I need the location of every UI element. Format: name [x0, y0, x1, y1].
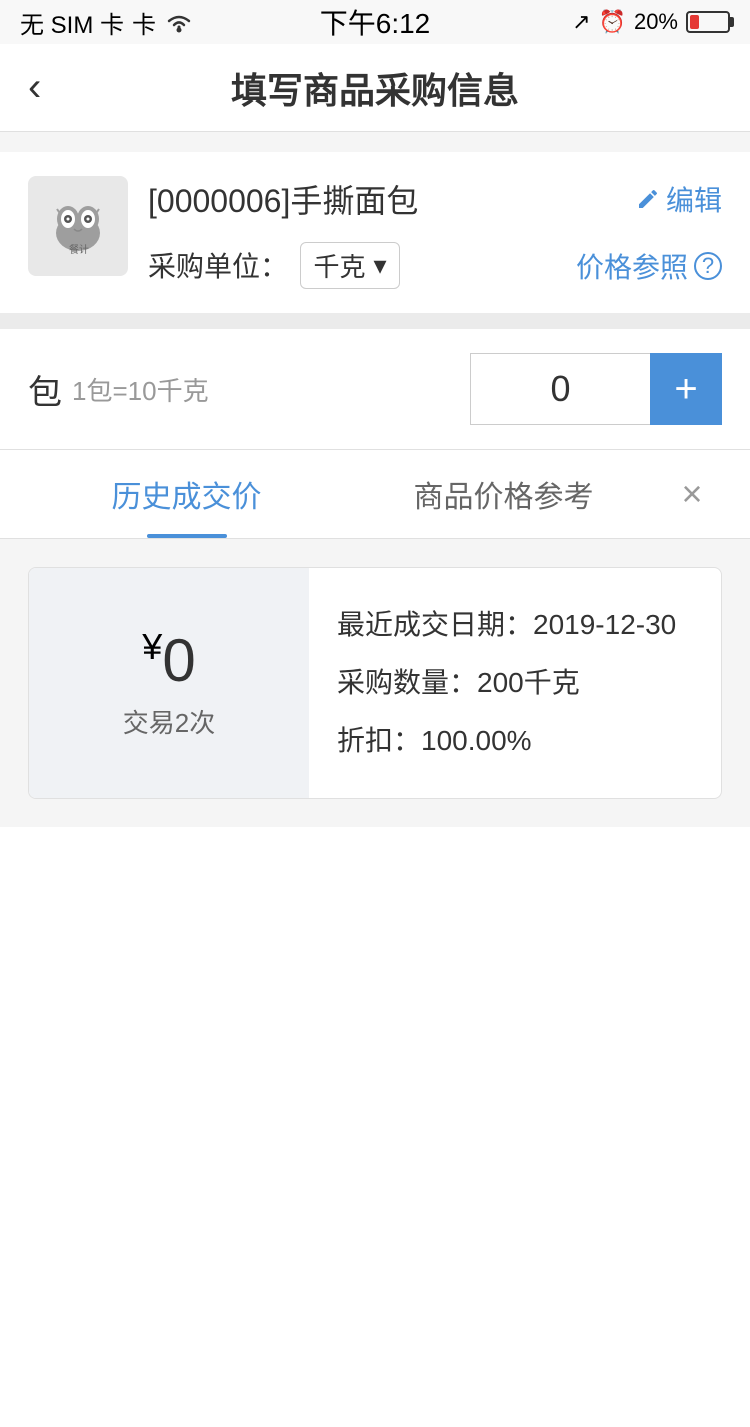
- recent-date-label: 最近成交日期：: [337, 609, 533, 640]
- discount-value: 100.00%: [421, 725, 532, 756]
- price-reference-button[interactable]: 价格参照 ?: [576, 246, 722, 286]
- quantity-input[interactable]: 0: [470, 353, 650, 425]
- transaction-count: 交易2次: [123, 703, 215, 740]
- edit-label: 编辑: [666, 179, 722, 219]
- price-card-container: ¥0 交易2次 最近成交日期：2019-12-30 采购数量：200千克 折扣：…: [0, 539, 750, 827]
- product-unit-row: 采购单位： 千克 ▾ 价格参照 ?: [148, 242, 722, 289]
- discount-label: 折扣：: [337, 725, 421, 756]
- content-area: [0, 827, 750, 1427]
- product-title-row: [0000006]手撕面包 编辑: [148, 176, 722, 222]
- tab-product-price-ref[interactable]: 商品价格参考: [345, 450, 662, 538]
- wifi-icon: [164, 11, 194, 33]
- purchase-quantity-value: 200千克: [477, 667, 580, 698]
- status-bar: 无 SIM 卡 卡 下午6:12 ↗ ⏰ 20%: [0, 0, 750, 44]
- chevron-down-icon: ▾: [373, 250, 386, 281]
- product-card: 餐计 [0000006]手撕面包 编辑 采购单位： 千克 ▾: [0, 152, 750, 313]
- recent-date-row: 最近成交日期：2019-12-30: [337, 604, 693, 646]
- price-value: 0: [162, 627, 195, 694]
- unit-value: 千克: [313, 247, 365, 284]
- close-button[interactable]: ×: [662, 464, 722, 524]
- tab-history-price[interactable]: 历史成交价: [28, 450, 345, 538]
- purchase-quantity-row: 采购数量：200千克: [337, 662, 693, 704]
- tab-active-indicator: [147, 534, 227, 538]
- status-right: ↗ ⏰ 20%: [572, 9, 730, 35]
- purchase-quantity-label: 采购数量：: [337, 667, 477, 698]
- carrier-text: 无 SIM 卡: [20, 5, 124, 40]
- unit-section: 采购单位： 千克 ▾: [148, 242, 400, 289]
- owl-icon: 餐计: [43, 191, 113, 261]
- tab-history-label: 历史成交价: [112, 472, 262, 516]
- tabs-section: 历史成交价 商品价格参考 × ¥0 交易2次 最近成交日期：2019-12-30: [0, 449, 750, 827]
- section-divider: [0, 313, 750, 329]
- plus-icon: +: [674, 367, 697, 412]
- tabs-header: 历史成交价 商品价格参考 ×: [0, 450, 750, 539]
- recent-date-value: 2019-12-30: [533, 609, 676, 640]
- status-left: 无 SIM 卡 卡: [20, 5, 194, 40]
- sim-card-icon: 卡: [132, 5, 156, 40]
- edit-button[interactable]: 编辑: [636, 179, 722, 219]
- battery-percent: 20%: [634, 9, 678, 35]
- quantity-value: 0: [550, 368, 570, 410]
- currency-symbol: ¥: [142, 626, 162, 667]
- quantity-controls: 0 +: [470, 353, 722, 425]
- tab-product-price-label: 商品价格参考: [414, 472, 594, 516]
- product-info: [0000006]手撕面包 编辑 采购单位： 千克 ▾ 价格: [148, 176, 722, 289]
- page-title: 填写商品采购信息: [231, 62, 519, 114]
- discount-row: 折扣：100.00%: [337, 720, 693, 762]
- battery-indicator: [686, 11, 730, 33]
- product-name: [0000006]手撕面包: [148, 176, 418, 222]
- quantity-row: 包 1包=10千克 0 +: [0, 329, 750, 449]
- svg-text:餐计: 餐计: [69, 243, 89, 256]
- close-icon: ×: [681, 473, 702, 515]
- price-card: ¥0 交易2次 最近成交日期：2019-12-30 采购数量：200千克 折扣：…: [28, 567, 722, 799]
- location-icon: ↗: [572, 9, 590, 35]
- unit-select-dropdown[interactable]: 千克 ▾: [300, 242, 399, 289]
- purchase-unit-label: 采购单位：: [148, 251, 288, 282]
- price-amount-display: ¥0: [142, 626, 195, 695]
- price-summary: ¥0 交易2次: [29, 568, 309, 798]
- edit-icon: [636, 187, 660, 211]
- unit-conversion: 1包=10千克: [72, 371, 209, 408]
- product-header: 餐计 [0000006]手撕面包 编辑 采购单位： 千克 ▾: [28, 176, 722, 289]
- unit-badge: 包: [28, 365, 62, 414]
- help-icon: ?: [694, 252, 722, 280]
- quantity-plus-button[interactable]: +: [650, 353, 722, 425]
- alarm-icon: ⏰: [599, 9, 626, 35]
- quantity-unit-info: 包 1包=10千克: [28, 365, 209, 414]
- back-button[interactable]: ‹: [28, 65, 41, 110]
- price-ref-label: 价格参照: [576, 246, 688, 286]
- nav-bar: ‹ 填写商品采购信息: [0, 44, 750, 132]
- product-thumbnail: 餐计: [28, 176, 128, 276]
- price-details: 最近成交日期：2019-12-30 采购数量：200千克 折扣：100.00%: [309, 568, 721, 798]
- status-time: 下午6:12: [320, 2, 431, 42]
